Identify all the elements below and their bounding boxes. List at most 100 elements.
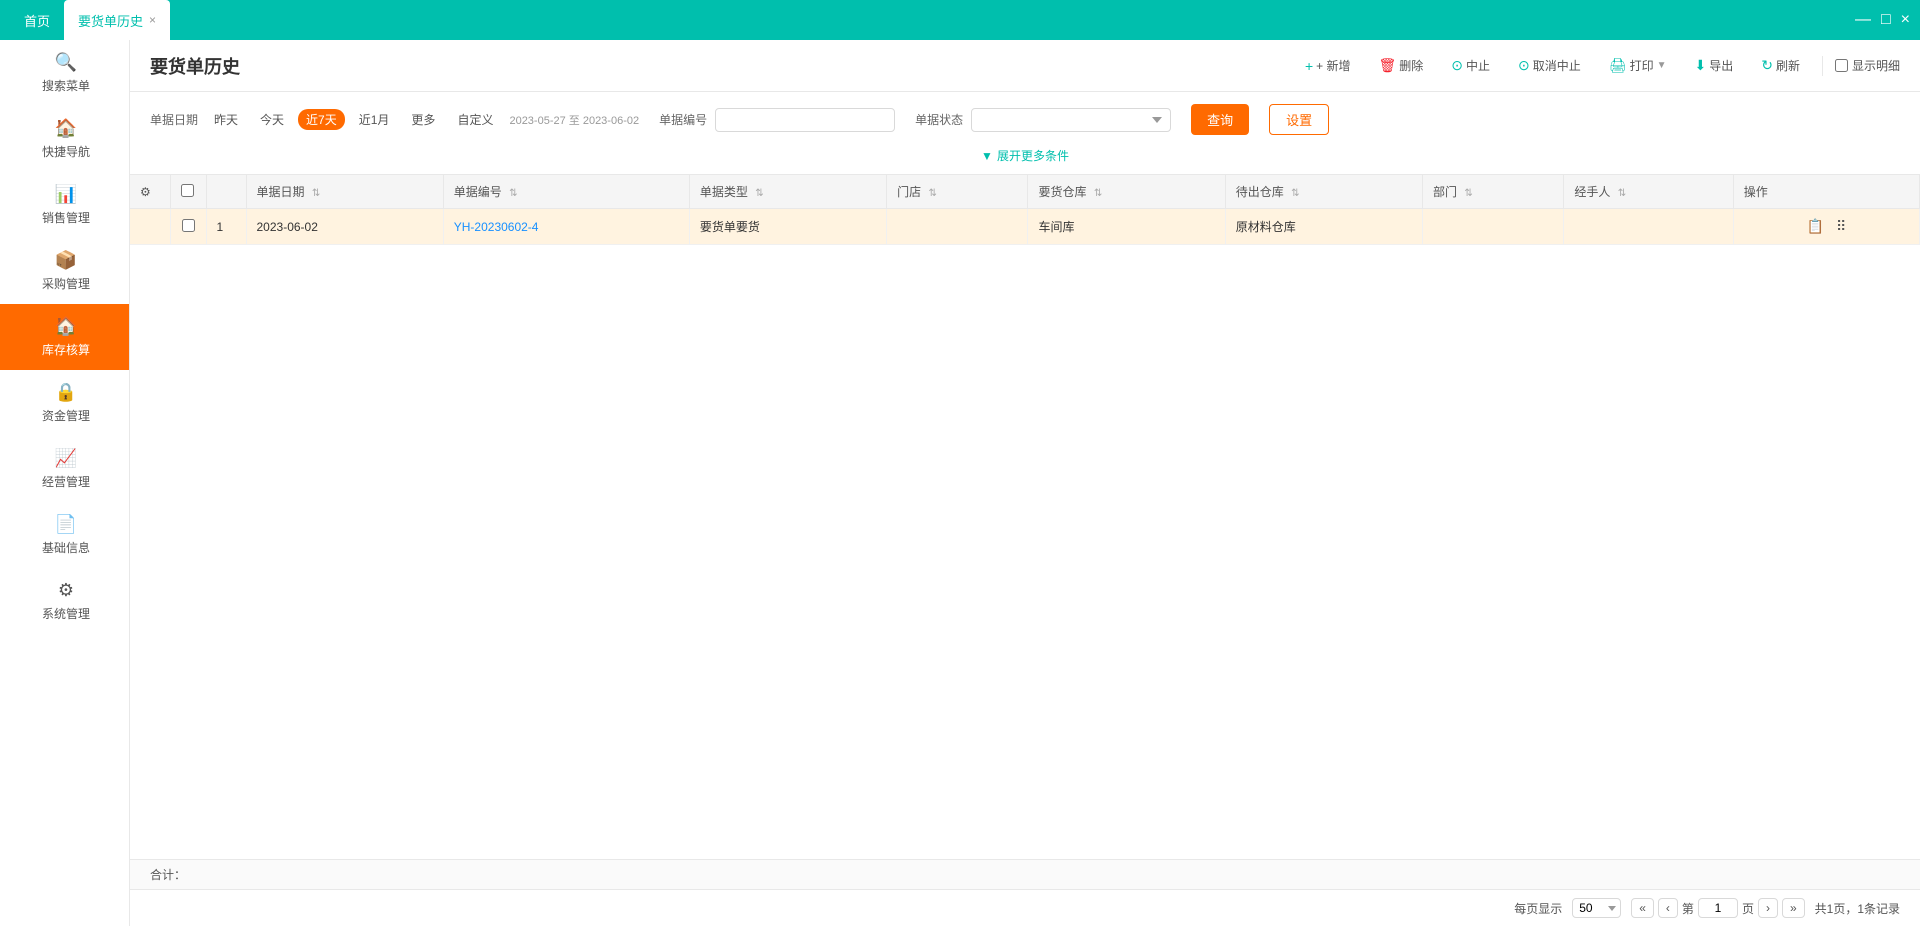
td-actions: 📋 ⠿ — [1733, 209, 1919, 245]
plus-icon: + — [1305, 58, 1313, 74]
refresh-button[interactable]: ↻ 刷新 — [1751, 52, 1810, 79]
show-detail-label[interactable]: 显示明细 — [1835, 57, 1900, 74]
sidebar-item-search-menu[interactable]: 🔍 搜索菜单 — [0, 40, 129, 106]
first-page-btn[interactable]: « — [1631, 898, 1654, 918]
tab-active-label: 要货单历史 — [78, 11, 143, 30]
sidebar-item-purchase[interactable]: 📦 采购管理 — [0, 238, 129, 304]
th-pending-warehouse[interactable]: 待出仓库 ⇅ — [1225, 175, 1422, 209]
th-index — [206, 175, 246, 209]
expand-conditions-button[interactable]: ▼ 展开更多条件 — [971, 143, 1079, 168]
data-table: ⚙ 单据日期 ⇅ 单据编号 ⇅ — [130, 175, 1920, 245]
sum-label: 合计： — [150, 868, 186, 882]
new-label: + 新增 — [1316, 57, 1350, 74]
td-bill-type: 要货单要货 — [689, 209, 886, 245]
sidebar-item-finance[interactable]: 🔒 资金管理 — [0, 370, 129, 436]
th-bill-no[interactable]: 单据编号 ⇅ — [443, 175, 689, 209]
maximize-btn[interactable]: □ — [1881, 11, 1891, 29]
th-department[interactable]: 部门 ⇅ — [1422, 175, 1563, 209]
stop-button[interactable]: ⊙ 中止 — [1441, 52, 1500, 79]
td-req-warehouse: 车间库 — [1028, 209, 1225, 245]
jump-label: 第 — [1682, 900, 1694, 917]
date-btn-custom[interactable]: 自定义 — [449, 109, 501, 130]
th-pending-warehouse-label: 待出仓库 — [1236, 185, 1284, 199]
system-icon: ⚙ — [58, 580, 74, 601]
prev-page-btn[interactable]: ‹ — [1658, 898, 1678, 918]
ops-icon: 📈 — [55, 448, 77, 469]
finance-icon: 🔒 — [55, 382, 77, 403]
sidebar-item-inventory[interactable]: 🏠 库存核算 — [0, 304, 129, 370]
show-detail-checkbox[interactable] — [1835, 59, 1848, 72]
sidebar-item-system-label: 系统管理 — [42, 605, 90, 622]
row-more-button[interactable]: ⠿ — [1834, 216, 1848, 237]
tab-active[interactable]: 要货单历史 × — [64, 0, 170, 40]
query-button[interactable]: 查询 — [1191, 104, 1249, 135]
delete-icon: 🗑 — [1378, 57, 1396, 74]
tab-close-btn[interactable]: × — [149, 13, 156, 27]
th-actions: 操作 — [1733, 175, 1919, 209]
sales-icon: 📊 — [55, 184, 77, 205]
bill-no-label: 单据编号 — [659, 111, 707, 128]
date-btn-yesterday[interactable]: 昨天 — [206, 109, 246, 130]
td-store — [887, 209, 1028, 245]
date-btn-7days[interactable]: 近7天 — [298, 109, 345, 130]
sidebar-item-quick-nav[interactable]: 🏠 快捷导航 — [0, 106, 129, 172]
row-edit-button[interactable]: 📋 — [1805, 216, 1826, 237]
th-handler[interactable]: 经手人 ⇅ — [1564, 175, 1733, 209]
th-req-warehouse-label: 要货仓库 — [1038, 185, 1086, 199]
print-icon: 🖨 — [1609, 57, 1627, 74]
sidebar-item-sales-label: 销售管理 — [42, 209, 90, 226]
minimize-btn[interactable]: — — [1855, 11, 1871, 29]
sidebar-item-finance-label: 资金管理 — [42, 407, 90, 424]
table-head: ⚙ 单据日期 ⇅ 单据编号 ⇅ — [130, 175, 1920, 209]
export-button[interactable]: ⬇ 导出 — [1684, 52, 1743, 79]
row-actions: 📋 ⠿ — [1744, 216, 1909, 237]
sidebar-item-quick-nav-label: 快捷导航 — [42, 143, 90, 160]
content-area: 要货单历史 + + 新增 🗑 删除 ⊙ 中止 ⊙ 取消中止 — [130, 40, 1920, 926]
td-date: 2023-06-02 — [246, 209, 443, 245]
table-area: ⚙ 单据日期 ⇅ 单据编号 ⇅ — [130, 175, 1920, 859]
settings-button[interactable]: 设置 — [1269, 104, 1329, 135]
tab-home[interactable]: 首页 — [10, 0, 64, 40]
print-button[interactable]: 🖨 打印 ▼ — [1599, 52, 1677, 79]
th-req-warehouse[interactable]: 要货仓库 ⇅ — [1028, 175, 1225, 209]
filter-area: 单据日期 昨天 今天 近7天 近1月 更多 自定义 2023-05-27 至 2… — [130, 92, 1920, 175]
table-row: 1 2023-06-02 YH-20230602-4 要货单要货 车间库 原材料… — [130, 209, 1920, 245]
date-btn-today[interactable]: 今天 — [252, 109, 292, 130]
cancel-stop-button[interactable]: ⊙ 取消中止 — [1508, 52, 1591, 79]
main-layout: 🔍 搜索菜单 🏠 快捷导航 📊 销售管理 📦 采购管理 🏠 库存核算 🔒 资金管… — [0, 40, 1920, 926]
page-number-input[interactable] — [1698, 898, 1738, 918]
quick-nav-icon: 🏠 — [55, 118, 77, 139]
bill-no-link[interactable]: YH-20230602-4 — [454, 220, 539, 234]
window-close-btn[interactable]: × — [1901, 11, 1910, 29]
sidebar-item-sales[interactable]: 📊 销售管理 — [0, 172, 129, 238]
new-button[interactable]: + + 新增 — [1295, 52, 1361, 79]
pagination-bar: 每页显示 50 20 100 « ‹ 第 页 › » 共1页，1条记录 — [130, 889, 1920, 926]
bill-no-input[interactable] — [715, 108, 895, 132]
page-size-label: 每页显示 — [1514, 900, 1562, 917]
date-btn-1month[interactable]: 近1月 — [351, 109, 398, 130]
basic-icon: 📄 — [55, 514, 77, 535]
th-settings[interactable]: ⚙ — [130, 175, 170, 209]
filter-bill-no: 单据编号 — [659, 108, 895, 132]
row-checkbox[interactable] — [182, 219, 195, 232]
next-page-btn[interactable]: › — [1758, 898, 1778, 918]
last-page-btn[interactable]: » — [1782, 898, 1805, 918]
table-body: 1 2023-06-02 YH-20230602-4 要货单要货 车间库 原材料… — [130, 209, 1920, 245]
status-select[interactable] — [971, 108, 1171, 132]
page-actions: + + 新增 🗑 删除 ⊙ 中止 ⊙ 取消中止 🖨 打印 — [1295, 52, 1900, 79]
sidebar-item-purchase-label: 采购管理 — [42, 275, 90, 292]
window-controls: — □ × — [1855, 11, 1910, 29]
th-checkbox — [170, 175, 206, 209]
date-btn-more[interactable]: 更多 — [403, 109, 443, 130]
tab-home-label: 首页 — [24, 11, 50, 30]
th-bill-type[interactable]: 单据类型 ⇅ — [689, 175, 886, 209]
sidebar-item-system[interactable]: ⚙ 系统管理 — [0, 568, 129, 634]
sidebar-item-ops[interactable]: 📈 经营管理 — [0, 436, 129, 502]
td-index: 1 — [206, 209, 246, 245]
select-all-checkbox[interactable] — [181, 184, 194, 197]
page-size-select[interactable]: 50 20 100 — [1572, 898, 1621, 918]
delete-button[interactable]: 🗑 删除 — [1368, 52, 1433, 79]
th-store[interactable]: 门店 ⇅ — [887, 175, 1028, 209]
sidebar-item-basic[interactable]: 📄 基础信息 — [0, 502, 129, 568]
th-date[interactable]: 单据日期 ⇅ — [246, 175, 443, 209]
